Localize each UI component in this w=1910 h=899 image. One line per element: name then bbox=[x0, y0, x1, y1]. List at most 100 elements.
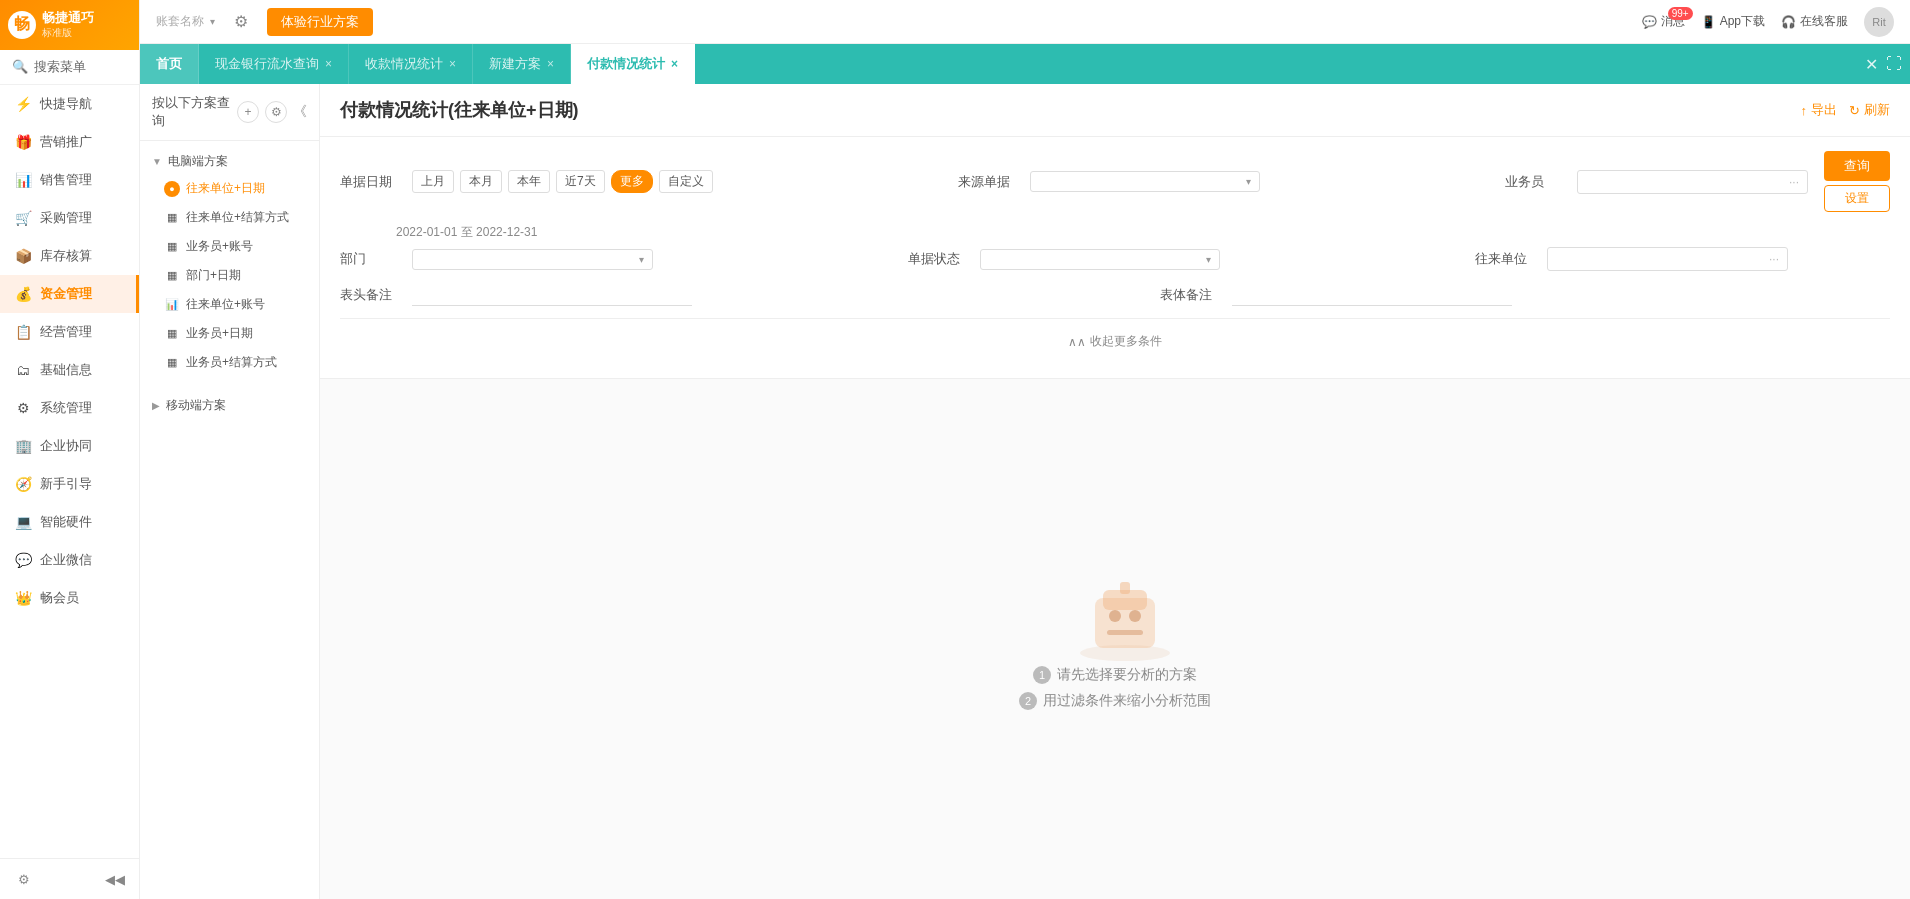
search-menu[interactable]: 🔍 搜索菜单 bbox=[0, 50, 139, 85]
right-content: 付款情况统计(往来单位+日期) ↑ 导出 ↻ 刷新 单据日期 bbox=[320, 84, 1910, 899]
sidebar-item-basic[interactable]: 🗂 基础信息 bbox=[0, 351, 139, 389]
sidebar-item-purchase[interactable]: 🛒 采购管理 bbox=[0, 199, 139, 237]
sidebar-item-label: 销售管理 bbox=[40, 171, 92, 189]
scheme-icon: ▦ bbox=[164, 268, 180, 284]
scheme-item-label: 往来单位+账号 bbox=[186, 296, 265, 313]
tab-fullscreen-icon[interactable]: ⛶ bbox=[1886, 55, 1902, 73]
filter-settings-btn[interactable]: 设置 bbox=[1824, 185, 1890, 212]
tab-cashflow-close-icon[interactable]: × bbox=[325, 57, 332, 71]
scheme-item-salesman-account[interactable]: ▦ 业务员+账号 bbox=[140, 232, 319, 261]
date-btn-last-month[interactable]: 上月 bbox=[412, 170, 454, 193]
dept-select-arrow-icon: ▾ bbox=[639, 254, 644, 265]
page-actions: ↑ 导出 ↻ 刷新 bbox=[1801, 101, 1891, 119]
tab-close-all-icon[interactable]: ✕ bbox=[1865, 55, 1878, 74]
scheme-settings-btn[interactable]: ⚙ bbox=[265, 101, 287, 123]
scheme-panel: 按以下方案查询 + ⚙ 《 ▼ 电脑端方案 ● 往来单位+日期 ▦ bbox=[140, 84, 320, 899]
account-selector[interactable]: 账套名称 ▾ bbox=[156, 13, 215, 30]
date-btn-more[interactable]: 更多 bbox=[611, 170, 653, 193]
query-btn[interactable]: 查询 bbox=[1824, 151, 1890, 181]
scheme-item-counterparty-account[interactable]: 📊 往来单位+账号 bbox=[140, 290, 319, 319]
tab-home[interactable]: 首页 bbox=[140, 44, 199, 84]
sidebar-item-shortcut[interactable]: ⚡ 快捷导航 bbox=[0, 85, 139, 123]
scheme-item-salesman-date[interactable]: ▦ 业务员+日期 bbox=[140, 319, 319, 348]
sidebar-item-member[interactable]: 👑 畅会员 bbox=[0, 579, 139, 617]
sidebar-item-system[interactable]: ⚙ 系统管理 bbox=[0, 389, 139, 427]
message-badge: 99+ bbox=[1668, 7, 1693, 20]
app-download-btn[interactable]: 📱 App下载 bbox=[1701, 13, 1765, 30]
body-note-label: 表体备注 bbox=[1160, 286, 1216, 304]
operation-icon: 📋 bbox=[14, 323, 32, 341]
sidebar-item-marketing[interactable]: 🎁 营销推广 bbox=[0, 123, 139, 161]
page-header: 付款情况统计(往来单位+日期) ↑ 导出 ↻ 刷新 bbox=[320, 84, 1910, 137]
sidebar-item-guide[interactable]: 🧭 新手引导 bbox=[0, 465, 139, 503]
salesman-select[interactable]: ··· bbox=[1577, 170, 1808, 194]
scheme-desktop-section: ▼ 电脑端方案 ● 往来单位+日期 ▦ 往来单位+结算方式 ▦ 业务员+账号 ▦ bbox=[140, 141, 319, 385]
customer-service-btn[interactable]: 🎧 在线客服 bbox=[1781, 13, 1848, 30]
filter-row-2: 部门 ▾ 单据状态 ▾ 往来单位 ··· bbox=[340, 247, 1890, 271]
sidebar-item-label: 系统管理 bbox=[40, 399, 92, 417]
date-btn-custom[interactable]: 自定义 bbox=[659, 170, 713, 193]
empty-hint-2-text: 用过滤条件来缩小分析范围 bbox=[1043, 692, 1211, 710]
scheme-item-counterparty-settle[interactable]: ▦ 往来单位+结算方式 bbox=[140, 203, 319, 232]
tab-payment-close-icon[interactable]: × bbox=[671, 57, 678, 71]
collapse-area: ∧∧ 收起更多条件 bbox=[340, 318, 1890, 364]
source-select[interactable]: ▾ bbox=[1030, 171, 1261, 192]
sidebar-item-sales[interactable]: 📊 销售管理 bbox=[0, 161, 139, 199]
user-text: Rit bbox=[1872, 16, 1885, 28]
scheme-section-mobile[interactable]: ▶ 移动端方案 bbox=[140, 393, 319, 418]
tab-payment-label: 付款情况统计 bbox=[587, 55, 665, 73]
empty-hint-2: 2 用过滤条件来缩小分析范围 bbox=[1019, 692, 1211, 710]
desktop-section-label: 电脑端方案 bbox=[168, 153, 228, 170]
scheme-panel-title: 按以下方案查询 bbox=[152, 94, 237, 130]
shortcut-icon: ⚡ bbox=[14, 95, 32, 113]
date-btn-this-month[interactable]: 本月 bbox=[460, 170, 502, 193]
header-note-input[interactable] bbox=[412, 283, 692, 306]
settings-gear-icon[interactable]: ⚙ bbox=[227, 8, 255, 36]
sidebar-item-label: 库存核算 bbox=[40, 247, 92, 265]
trial-btn[interactable]: 体验行业方案 bbox=[267, 8, 373, 36]
scheme-add-btn[interactable]: + bbox=[237, 101, 259, 123]
counterparty-select[interactable]: ··· bbox=[1547, 247, 1788, 271]
sidebar: 畅 畅捷通巧 标准版 🔍 搜索菜单 ⚡ 快捷导航 🎁 营销推广 📊 销售管理 🛒… bbox=[0, 0, 140, 899]
active-scheme-icon: ● bbox=[164, 181, 180, 197]
collapse-btn[interactable]: ∧∧ 收起更多条件 bbox=[1048, 327, 1182, 356]
footer-settings-icon[interactable]: ⚙ bbox=[12, 867, 36, 891]
scheme-icon: ▦ bbox=[164, 239, 180, 255]
date-options: 上月 本月 本年 近7天 更多 自定义 bbox=[412, 170, 713, 193]
tab-payment[interactable]: 付款情况统计 × bbox=[571, 44, 695, 84]
sidebar-footer: ⚙ ◀◀ bbox=[0, 858, 139, 899]
tab-receipts-close-icon[interactable]: × bbox=[449, 57, 456, 71]
message-btn[interactable]: 💬 消息 99+ bbox=[1642, 13, 1685, 30]
tab-receipts[interactable]: 收款情况统计 × bbox=[349, 44, 473, 84]
sidebar-item-operation[interactable]: 📋 经营管理 bbox=[0, 313, 139, 351]
export-btn[interactable]: ↑ 导出 bbox=[1801, 101, 1838, 119]
scheme-collapse-btn[interactable]: 《 bbox=[293, 103, 307, 121]
system-icon: ⚙ bbox=[14, 399, 32, 417]
scheme-section-desktop[interactable]: ▼ 电脑端方案 bbox=[140, 149, 319, 174]
body-note-input[interactable] bbox=[1232, 283, 1512, 306]
sidebar-item-label: 企业微信 bbox=[40, 551, 92, 569]
scheme-item-salesman-settle[interactable]: ▦ 业务员+结算方式 bbox=[140, 348, 319, 377]
dept-filter-label: 部门 bbox=[340, 250, 396, 268]
mobile-section-label: 移动端方案 bbox=[166, 397, 226, 414]
sidebar-item-inventory[interactable]: 📦 库存核算 bbox=[0, 237, 139, 275]
mobile-arrow-icon: ▶ bbox=[152, 400, 160, 411]
footer-collapse-icon[interactable]: ◀◀ bbox=[103, 867, 127, 891]
dept-select[interactable]: ▾ bbox=[412, 249, 653, 270]
empty-illustration bbox=[1065, 568, 1165, 658]
date-filter-label: 单据日期 bbox=[340, 173, 396, 191]
sidebar-item-hardware[interactable]: 💻 智能硬件 bbox=[0, 503, 139, 541]
date-btn-7days[interactable]: 近7天 bbox=[556, 170, 605, 193]
tab-newscheme-close-icon[interactable]: × bbox=[547, 57, 554, 71]
sidebar-item-finance[interactable]: 💰 资金管理 bbox=[0, 275, 139, 313]
status-select[interactable]: ▾ bbox=[980, 249, 1221, 270]
sidebar-item-wechat[interactable]: 💬 企业微信 bbox=[0, 541, 139, 579]
tab-newscheme[interactable]: 新建方案 × bbox=[473, 44, 571, 84]
sidebar-item-company[interactable]: 🏢 企业协同 bbox=[0, 427, 139, 465]
refresh-btn[interactable]: ↻ 刷新 bbox=[1849, 101, 1890, 119]
user-avatar[interactable]: Rit bbox=[1864, 7, 1894, 37]
date-btn-this-year[interactable]: 本年 bbox=[508, 170, 550, 193]
scheme-item-dept-date[interactable]: ▦ 部门+日期 bbox=[140, 261, 319, 290]
tab-cashflow[interactable]: 现金银行流水查询 × bbox=[199, 44, 349, 84]
scheme-item-counterparty-date[interactable]: ● 往来单位+日期 bbox=[140, 174, 319, 203]
